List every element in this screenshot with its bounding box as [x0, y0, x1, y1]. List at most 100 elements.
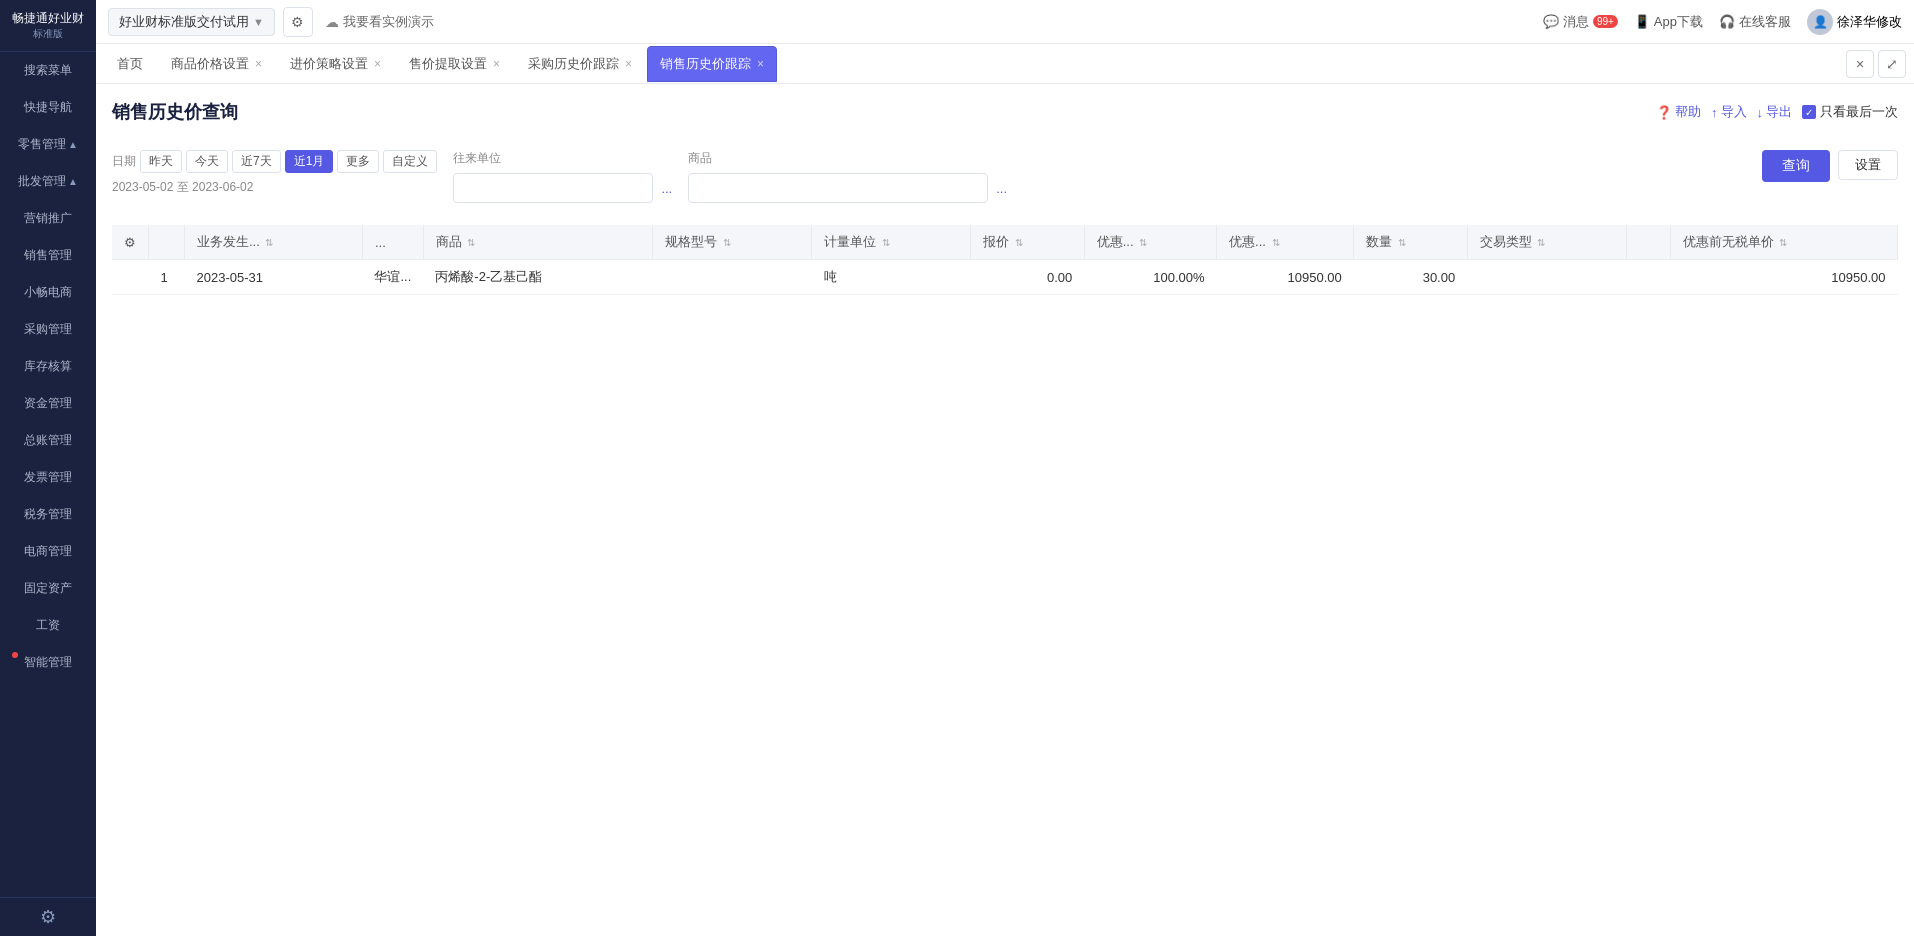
col-price[interactable]: 报价 ⇅ [971, 225, 1084, 260]
tab-maximize-button[interactable]: ⤢ [1878, 50, 1906, 78]
date-btn-last7[interactable]: 近7天 [232, 150, 281, 173]
sidebar-item-tax[interactable]: 税务管理 [0, 496, 96, 533]
tab-sale-pickup-close-icon[interactable]: × [493, 58, 500, 70]
sidebar-label-purchase: 采购管理 [24, 321, 72, 338]
cell-product: 丙烯酸-2-乙基己酯 [423, 260, 653, 295]
sidebar-label-salary: 工资 [36, 617, 60, 634]
sidebar-item-purchase[interactable]: 采购管理 [0, 311, 96, 348]
sort-discount-rate-icon: ⇅ [1139, 237, 1147, 248]
tab-price-setting-close-icon[interactable]: × [255, 58, 262, 70]
col-product[interactable]: 商品 ⇅ [423, 225, 653, 260]
tab-pricing-strategy[interactable]: 进价策略设置 × [277, 46, 394, 82]
sidebar-item-ecommerce[interactable]: 电商管理 [0, 533, 96, 570]
tab-price-setting-label: 商品价格设置 [171, 55, 249, 73]
col-settings[interactable]: ⚙ [112, 225, 149, 260]
sort-pretax-price-icon: ⇅ [1779, 237, 1787, 248]
sidebar-item-account[interactable]: 总账管理 [0, 422, 96, 459]
user-info[interactable]: 👤 徐泽华修改 [1807, 9, 1902, 35]
sidebar-item-xiaochange[interactable]: 小畅电商 [0, 274, 96, 311]
col-seq [149, 225, 185, 260]
workspace-selector[interactable]: 好业财标准版交付试用 ▼ [108, 8, 275, 36]
workspace-selector-arrow-icon: ▼ [253, 16, 264, 28]
tab-purchase-history-label: 采购历史价跟踪 [528, 55, 619, 73]
tab-home[interactable]: 首页 [104, 46, 156, 82]
settings-button[interactable]: 设置 [1838, 150, 1898, 180]
sidebar-label-account: 总账管理 [24, 432, 72, 449]
message-button[interactable]: 💬 消息 99+ [1543, 13, 1618, 31]
col-discount-rate[interactable]: 优惠... ⇅ [1084, 225, 1216, 260]
export-link[interactable]: ↓ 导出 [1757, 103, 1793, 121]
date-btn-custom[interactable]: 自定义 [383, 150, 437, 173]
col-quantity[interactable]: 数量 ⇅ [1354, 225, 1467, 260]
tab-purchase-history-close-icon[interactable]: × [625, 58, 632, 70]
sidebar-label-invoice: 发票管理 [24, 469, 72, 486]
col-pretax-price[interactable]: 优惠前无税单价 ⇅ [1670, 225, 1897, 260]
sidebar-item-assets[interactable]: 固定资产 [0, 570, 96, 607]
settings-icon: ⚙ [40, 907, 56, 927]
date-btn-more[interactable]: 更多 [337, 150, 379, 173]
sidebar-item-marketing[interactable]: 营销推广 [0, 200, 96, 237]
sidebar-item-retail[interactable]: 零售管理 ▲ [0, 126, 96, 163]
date-btn-yesterday[interactable]: 昨天 [140, 150, 182, 173]
col-more[interactable]: ... [362, 225, 423, 260]
col-biz-date[interactable]: 业务发生... ⇅ [185, 225, 363, 260]
topbar-settings-button[interactable]: ⚙ [283, 7, 313, 37]
app-download-label: App下载 [1654, 13, 1703, 31]
tab-price-setting[interactable]: 商品价格设置 × [158, 46, 275, 82]
sidebar-item-salary[interactable]: 工资 [0, 607, 96, 644]
sidebar-item-quicknav[interactable]: 快捷导航 [0, 89, 96, 126]
col-unit-label: 计量单位 [824, 234, 876, 249]
col-spec[interactable]: 规格型号 ⇅ [653, 225, 812, 260]
sidebar-item-search[interactable]: 搜索菜单 [0, 52, 96, 89]
main-area: 好业财标准版交付试用 ▼ ⚙ ☁ 我要看实例演示 💬 消息 99+ 📱 App下… [96, 0, 1914, 936]
source-unit-input[interactable] [453, 173, 653, 203]
date-btn-last1m[interactable]: 近1月 [285, 150, 334, 173]
cell-biz-date: 2023-05-31 [185, 260, 363, 295]
app-download-button[interactable]: 📱 App下载 [1634, 13, 1703, 31]
content-area: 销售历史价查询 ❓ 帮助 ↑ 导入 ↓ 导出 ✓ 只看最后一次 [96, 84, 1914, 936]
last-only-checkbox[interactable]: ✓ 只看最后一次 [1802, 103, 1898, 121]
sidebar-item-smart[interactable]: 智能管理 [0, 644, 96, 681]
tab-home-label: 首页 [117, 55, 143, 73]
col-spec-label: 规格型号 [665, 234, 717, 249]
demo-link[interactable]: ☁ 我要看实例演示 [325, 13, 434, 31]
sort-product-icon: ⇅ [467, 237, 475, 248]
sidebar-label-smart: 智能管理 [24, 654, 72, 671]
sidebar-settings-button[interactable]: ⚙ [0, 897, 96, 936]
sidebar-item-inventory[interactable]: 库存核算 [0, 348, 96, 385]
tab-sales-history-close-icon[interactable]: × [757, 58, 764, 70]
sidebar-item-wholesale[interactable]: 批发管理 ▲ [0, 163, 96, 200]
tab-sale-pickup-label: 售价提取设置 [409, 55, 487, 73]
source-unit-more-button[interactable]: ... [661, 181, 672, 196]
tab-sale-pickup[interactable]: 售价提取设置 × [396, 46, 513, 82]
sidebar-item-sales[interactable]: 销售管理 [0, 237, 96, 274]
sort-price-icon: ⇅ [1015, 237, 1023, 248]
col-trade-type[interactable]: 交易类型 ⇅ [1467, 225, 1626, 260]
date-btn-today[interactable]: 今天 [186, 150, 228, 173]
sidebar-item-finance[interactable]: 资金管理 [0, 385, 96, 422]
phone-icon: 📱 [1634, 14, 1650, 29]
import-link[interactable]: ↑ 导入 [1711, 103, 1747, 121]
col-discount-amt[interactable]: 优惠... ⇅ [1217, 225, 1354, 260]
cell-price: 0.00 [971, 260, 1084, 295]
tab-pricing-strategy-close-icon[interactable]: × [374, 58, 381, 70]
tab-close-all-button[interactable]: × [1846, 50, 1874, 78]
sort-unit-icon: ⇅ [882, 237, 890, 248]
sidebar-label-quicknav: 快捷导航 [24, 99, 72, 116]
sidebar-item-invoice[interactable]: 发票管理 [0, 459, 96, 496]
help-link[interactable]: ❓ 帮助 [1656, 103, 1701, 121]
product-more-button[interactable]: ... [996, 181, 1007, 196]
sidebar-label-marketing: 营销推广 [24, 210, 72, 227]
product-input[interactable] [688, 173, 988, 203]
cell-trade-type [1467, 260, 1626, 295]
sort-quantity-icon: ⇅ [1398, 237, 1406, 248]
online-service-button[interactable]: 🎧 在线客服 [1719, 13, 1791, 31]
cell-unit: 吨 [812, 260, 971, 295]
smart-dot-indicator [12, 652, 18, 658]
tab-purchase-history[interactable]: 采购历史价跟踪 × [515, 46, 645, 82]
sidebar-label-sales: 销售管理 [24, 247, 72, 264]
tab-sales-history[interactable]: 销售历史价跟踪 × [647, 46, 777, 82]
help-label: 帮助 [1675, 103, 1701, 121]
col-unit[interactable]: 计量单位 ⇅ [812, 225, 971, 260]
query-button[interactable]: 查询 [1762, 150, 1830, 182]
